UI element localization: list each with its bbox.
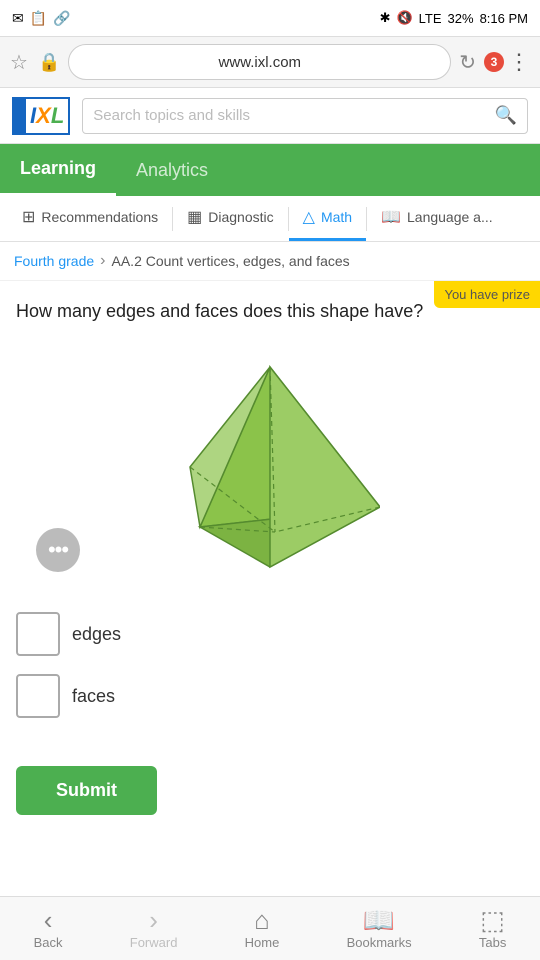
browser-url-bar[interactable]: www.ixl.com: [68, 44, 451, 80]
time-text: 8:16 PM: [480, 11, 528, 26]
nav-back-button[interactable]: ‹ Back: [34, 907, 63, 950]
nav-tabs-button[interactable]: ⬚ Tabs: [479, 907, 506, 950]
nav-home-button[interactable]: ⌂ Home: [245, 907, 280, 950]
breadcrumb: Fourth grade › AA.2 Count vertices, edge…: [0, 242, 540, 281]
notification-badge: 3: [484, 52, 504, 72]
link-icon: 🔗: [53, 10, 70, 27]
search-icon: 🔍: [495, 105, 517, 126]
ixl-logo[interactable]: I X L: [12, 97, 70, 135]
ixl-header: I X L Search topics and skills 🔍: [0, 88, 540, 144]
subnav-math[interactable]: △ Math: [289, 196, 366, 241]
more-icon: ⋮: [508, 49, 530, 75]
language-icon: 📖: [381, 207, 401, 227]
bottom-spacer: [0, 825, 540, 905]
breadcrumb-separator: ›: [100, 252, 105, 270]
bookmarks-label: Bookmarks: [347, 935, 412, 950]
edges-row: edges: [16, 612, 524, 656]
breadcrumb-current: AA.2 Count vertices, edges, and faces: [112, 253, 350, 269]
mute-icon: 🔇: [396, 10, 412, 26]
nav-item-learning[interactable]: Learning: [0, 144, 116, 196]
url-text: www.ixl.com: [219, 54, 302, 71]
faces-label: faces: [72, 686, 115, 707]
forward-label: Forward: [130, 935, 178, 950]
main-nav: Learning Analytics: [0, 144, 540, 196]
lock-icon: 🔒: [38, 52, 60, 73]
star-icon[interactable]: ☆: [10, 50, 28, 75]
edges-input[interactable]: [16, 612, 60, 656]
battery-text: 32%: [448, 11, 474, 26]
nav-forward-button[interactable]: › Forward: [130, 907, 178, 950]
question-area: How many edges and faces does this shape…: [0, 281, 540, 612]
tabs-label: Tabs: [479, 935, 506, 950]
home-label: Home: [245, 935, 280, 950]
subnav-language[interactable]: 📖 Language a...: [367, 196, 507, 241]
faces-row: faces: [16, 674, 524, 718]
search-placeholder: Search topics and skills: [93, 107, 250, 124]
bookmarks-icon: 📖: [363, 907, 395, 933]
prize-tag[interactable]: You have prize: [434, 281, 540, 308]
message-icon: ✉: [12, 10, 24, 27]
nav-item-analytics[interactable]: Analytics: [116, 144, 228, 196]
shape-container: •••: [16, 342, 524, 582]
submit-button[interactable]: Submit: [16, 766, 157, 815]
status-right: ✱ 🔇 LTE 32% 8:16 PM: [380, 10, 528, 26]
more-options-button[interactable]: •••: [36, 528, 80, 572]
edges-label: edges: [72, 624, 121, 645]
menu-button[interactable]: 3 ⋮: [484, 49, 530, 75]
faces-input[interactable]: [16, 674, 60, 718]
back-icon: ‹: [44, 907, 53, 933]
logo-bar: [14, 99, 26, 133]
signal-icon: LTE: [419, 11, 442, 26]
reload-icon[interactable]: ↻: [459, 50, 476, 75]
back-label: Back: [34, 935, 63, 950]
sub-nav: ⊞ Recommendations ▦ Diagnostic △ Math 📖 …: [0, 196, 540, 242]
answer-area: edges faces: [0, 612, 540, 756]
home-icon: ⌂: [254, 907, 270, 933]
math-icon: △: [303, 207, 315, 227]
three-dots-icon: •••: [48, 537, 68, 563]
shape-svg: [160, 347, 380, 577]
logo-l: L: [51, 103, 64, 129]
recommendations-icon: ⊞: [22, 207, 35, 227]
tabs-icon: ⬚: [480, 907, 505, 933]
subnav-recommendations[interactable]: ⊞ Recommendations: [8, 196, 172, 241]
status-left: ✉ 📋 🔗: [12, 10, 71, 27]
email-icon: 📋: [30, 10, 47, 27]
diagnostic-icon: ▦: [187, 207, 202, 227]
subnav-diagnostic[interactable]: ▦ Diagnostic: [173, 196, 288, 241]
forward-icon: ›: [149, 907, 158, 933]
logo-letters: I X L: [26, 99, 68, 133]
bottom-nav: ‹ Back › Forward ⌂ Home 📖 Bookmarks ⬚ Ta…: [0, 896, 540, 960]
search-bar[interactable]: Search topics and skills 🔍: [82, 98, 528, 134]
bluetooth-icon: ✱: [380, 10, 391, 26]
browser-icons: ☆ 🔒: [10, 50, 60, 75]
browser-bar: ☆ 🔒 www.ixl.com ↻ 3 ⋮: [0, 36, 540, 88]
status-bar: ✉ 📋 🔗 ✱ 🔇 LTE 32% 8:16 PM: [0, 0, 540, 36]
breadcrumb-parent[interactable]: Fourth grade: [14, 253, 94, 269]
logo-x: X: [36, 103, 51, 129]
nav-bookmarks-button[interactable]: 📖 Bookmarks: [347, 907, 412, 950]
